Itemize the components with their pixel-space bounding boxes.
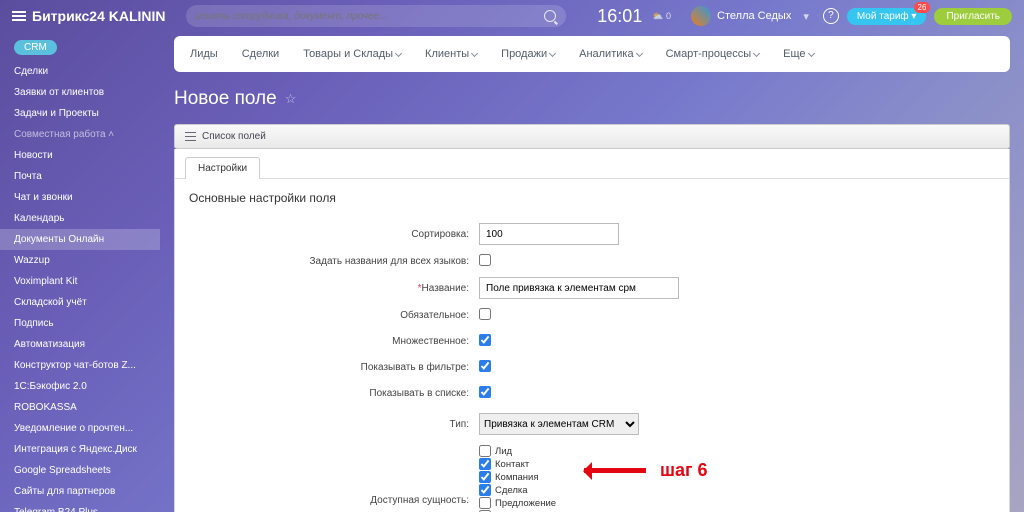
avatar[interactable] bbox=[691, 6, 711, 26]
entity-option[interactable]: Компания bbox=[479, 471, 632, 483]
all-langs-label: Задать названия для всех языков: bbox=[189, 256, 479, 267]
list-icon bbox=[185, 132, 196, 141]
chevron-down-icon bbox=[808, 49, 815, 56]
entity-label: Доступная сущность: bbox=[189, 445, 479, 506]
favorite-star-icon[interactable]: ☆ bbox=[285, 91, 297, 107]
entity-option[interactable]: Контакт bbox=[479, 458, 632, 470]
sidebar-item[interactable]: Google Spreadsheets bbox=[0, 460, 160, 481]
search-input[interactable] bbox=[196, 11, 544, 22]
sidebar-item[interactable]: Автоматизация bbox=[0, 334, 160, 355]
multiple-label: Множественное: bbox=[189, 336, 479, 347]
brand-title: Битрикс24 KALININ bbox=[32, 8, 166, 24]
sidebar: CRM СделкиЗаявки от клиентовЗадачи и Про… bbox=[0, 32, 160, 512]
top-tab[interactable]: Товары и Склады bbox=[303, 48, 401, 60]
list-label: Показывать в списке: bbox=[189, 388, 479, 399]
list-checkbox[interactable] bbox=[479, 386, 491, 398]
top-tab[interactable]: Сделки bbox=[242, 48, 280, 60]
sidebar-item[interactable]: Новости bbox=[0, 145, 160, 166]
page-title: Новое поле ☆ bbox=[174, 88, 1010, 110]
section-title: Основные настройки поля bbox=[175, 179, 1009, 217]
user-name[interactable]: Стелла Седых bbox=[717, 10, 791, 22]
required-checkbox[interactable] bbox=[479, 308, 491, 320]
filter-label: Показывать в фильтре: bbox=[189, 362, 479, 373]
tariff-label: Мой тариф bbox=[857, 11, 909, 22]
top-tab[interactable]: Продажи bbox=[501, 48, 555, 60]
sidebar-item[interactable]: Интеграция с Яндекс.Диск bbox=[0, 439, 160, 460]
clock: 16:01 bbox=[597, 6, 642, 27]
sidebar-item[interactable]: Сделки bbox=[0, 61, 160, 82]
entity-option[interactable]: Сделка bbox=[479, 484, 632, 496]
top-tab[interactable]: Еще bbox=[783, 48, 813, 60]
chevron-down-icon[interactable]: ▾ bbox=[803, 10, 809, 23]
top-tabs: Лиды Сделки Товары и Склады Клиенты Продажи А… bbox=[174, 36, 1010, 72]
sidebar-item[interactable]: Почта bbox=[0, 166, 160, 187]
sidebar-item[interactable]: 1С:Бэкофис 2.0 bbox=[0, 376, 160, 397]
sidebar-item[interactable]: ROBOKASSA bbox=[0, 397, 160, 418]
sidebar-item[interactable]: Совместная работа ˄ bbox=[0, 124, 160, 145]
weather: ⛅ 0 bbox=[652, 11, 671, 22]
sidebar-item[interactable]: Telegram.B24 Plus bbox=[0, 502, 160, 512]
sidebar-item[interactable]: Сайты для партнеров bbox=[0, 481, 160, 502]
multiple-checkbox[interactable] bbox=[479, 334, 491, 346]
top-tab[interactable]: Смарт-процессы bbox=[666, 48, 760, 60]
all-langs-checkbox[interactable] bbox=[479, 254, 491, 266]
sidebar-item[interactable]: Документы Онлайн bbox=[0, 229, 160, 250]
entity-checkbox[interactable] bbox=[479, 484, 491, 496]
type-select[interactable]: Привязка к элементам CRM bbox=[479, 413, 639, 435]
panel-header[interactable]: Список полей bbox=[174, 124, 1010, 149]
entity-option[interactable]: Лид bbox=[479, 445, 632, 457]
sidebar-item[interactable]: Wazzup bbox=[0, 250, 160, 271]
sidebar-item[interactable]: Календарь bbox=[0, 208, 160, 229]
global-search[interactable] bbox=[186, 5, 566, 27]
sidebar-item[interactable]: Заявки от клиентов bbox=[0, 82, 160, 103]
entity-checkbox[interactable] bbox=[479, 458, 491, 470]
tab-settings[interactable]: Настройки bbox=[185, 157, 260, 179]
menu-toggle[interactable] bbox=[12, 9, 26, 23]
entity-option[interactable]: Предложение bbox=[479, 497, 632, 509]
sidebar-item[interactable]: Конструктор чат-ботов Z... bbox=[0, 355, 160, 376]
sidebar-item[interactable]: Чат и звонки bbox=[0, 187, 160, 208]
chevron-down-icon bbox=[395, 49, 402, 56]
sidebar-item[interactable]: Подпись bbox=[0, 313, 160, 334]
entity-checkbox[interactable] bbox=[479, 471, 491, 483]
sort-input[interactable] bbox=[479, 223, 619, 245]
sort-label: Сортировка: bbox=[189, 229, 479, 240]
name-label: *Название: bbox=[189, 283, 479, 294]
crm-pill[interactable]: CRM bbox=[14, 40, 57, 55]
invite-button[interactable]: Пригласить bbox=[934, 8, 1012, 25]
name-input[interactable] bbox=[479, 277, 679, 299]
chevron-down-icon bbox=[471, 49, 478, 56]
sidebar-item[interactable]: Voximplant Kit bbox=[0, 271, 160, 292]
type-label: Тип: bbox=[189, 419, 479, 430]
sidebar-item[interactable]: Задачи и Проекты bbox=[0, 103, 160, 124]
entity-checkbox[interactable] bbox=[479, 497, 491, 509]
chevron-down-icon bbox=[636, 49, 643, 56]
filter-checkbox[interactable] bbox=[479, 360, 491, 372]
sidebar-item[interactable]: Складской учёт bbox=[0, 292, 160, 313]
sidebar-item[interactable]: Уведомление о прочтен... bbox=[0, 418, 160, 439]
chevron-down-icon bbox=[753, 49, 760, 56]
tariff-badge: 26 bbox=[914, 2, 931, 13]
entity-checkbox[interactable] bbox=[479, 445, 491, 457]
chevron-down-icon bbox=[549, 49, 556, 56]
required-label: Обязательное: bbox=[189, 310, 479, 321]
top-tab[interactable]: Аналитика bbox=[579, 48, 641, 60]
top-tab[interactable]: Клиенты bbox=[425, 48, 477, 60]
main-content: Лиды Сделки Товары и Склады Клиенты Продажи А… bbox=[160, 32, 1024, 512]
search-icon bbox=[544, 10, 556, 22]
tariff-button[interactable]: Мой тариф ▾ 26 bbox=[847, 8, 927, 25]
help-icon[interactable]: ? bbox=[823, 8, 839, 24]
top-tab[interactable]: Лиды bbox=[190, 48, 218, 60]
